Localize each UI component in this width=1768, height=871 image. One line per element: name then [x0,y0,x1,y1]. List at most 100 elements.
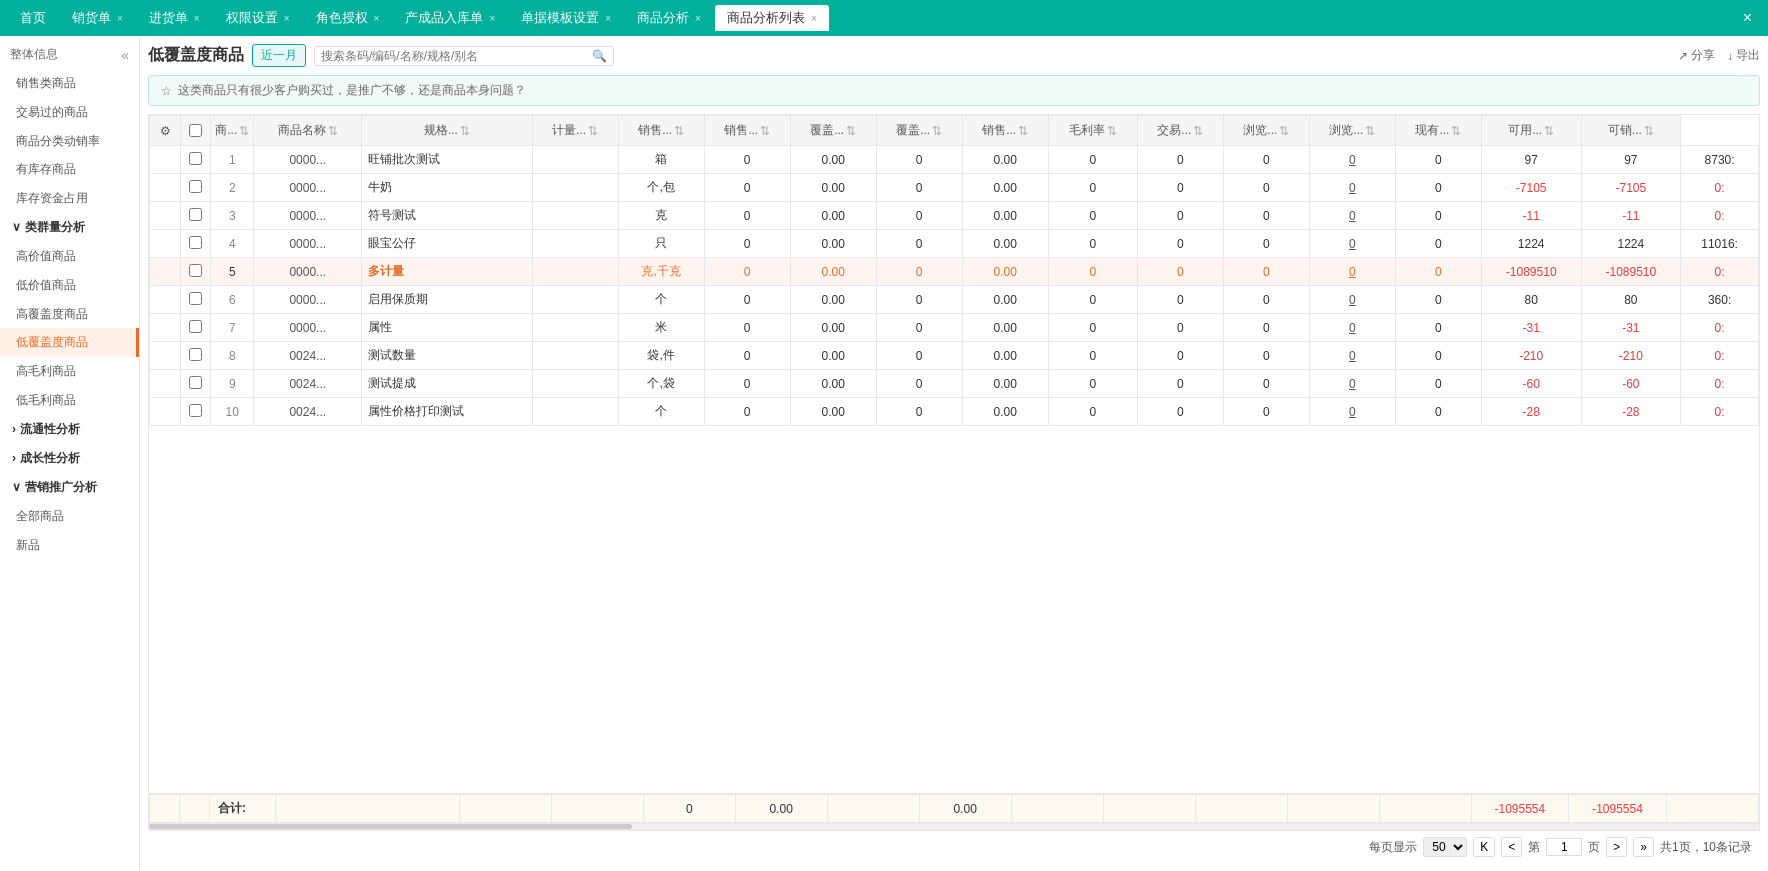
nav-templates-close[interactable]: × [605,13,611,24]
row-name[interactable]: 多计量 [362,258,532,286]
nav-purchase-close[interactable]: × [194,13,200,24]
row-name[interactable]: 旺铺批次测试 [362,146,532,174]
sidebar-collapse-btn[interactable]: « [121,47,129,63]
sidebar-item-low-coverage[interactable]: 低覆盖度商品 [0,328,139,357]
search-icon[interactable]: 🔍 [592,49,607,63]
sidebar-item-high-margin[interactable]: 高毛利商品 [0,357,139,386]
sidebar-item-sales-products[interactable]: 销售类商品 [0,69,139,98]
sidebar-group-coverage[interactable]: ∨ 类群量分析 [0,213,139,242]
nav-analysis-close[interactable]: × [695,13,701,24]
sidebar-item-high-coverage[interactable]: 高覆盖度商品 [0,300,139,329]
row-checkbox[interactable] [181,314,211,342]
nav-permissions[interactable]: 权限设置 × [214,5,302,31]
col-code[interactable]: 商...⇅ [211,116,254,146]
col-sales-qty[interactable]: 销售...⇅ [618,116,704,146]
row-browse1[interactable]: 0 [1309,314,1395,342]
nav-templates[interactable]: 单据模板设置 × [509,5,623,31]
next-page-btn[interactable]: > [1606,837,1627,857]
row-name[interactable]: 属性 [362,314,532,342]
first-page-btn[interactable]: K [1473,837,1495,857]
col-available[interactable]: 可用...⇅ [1481,116,1581,146]
col-transaction[interactable]: 交易...⇅ [1137,116,1223,146]
row-select-checkbox[interactable] [189,292,202,305]
nav-purchase[interactable]: 进货单 × [137,5,212,31]
page-input[interactable] [1546,838,1582,856]
row-checkbox[interactable] [181,202,211,230]
row-select-checkbox[interactable] [189,208,202,221]
window-close-btn[interactable]: × [1735,5,1760,31]
row-select-checkbox[interactable] [189,404,202,417]
row-browse1[interactable]: 0 [1309,174,1395,202]
row-browse1[interactable]: 0 [1309,146,1395,174]
col-settings[interactable]: ⚙ [150,116,181,146]
export-btn[interactable]: ↓ 导出 [1727,47,1760,64]
nav-analysis-list[interactable]: 商品分析列表 × [715,5,829,31]
nav-sales-close[interactable]: × [117,13,123,24]
col-unit[interactable]: 计量...⇅ [532,116,618,146]
sidebar-item-low-value[interactable]: 低价值商品 [0,271,139,300]
row-browse1[interactable]: 0 [1309,258,1395,286]
row-checkbox[interactable] [181,174,211,202]
row-name[interactable]: 测试提成 [362,370,532,398]
row-checkbox[interactable] [181,370,211,398]
prev-page-btn[interactable]: < [1501,837,1522,857]
nav-home[interactable]: 首页 [8,5,58,31]
row-checkbox[interactable] [181,146,211,174]
sidebar-item-stocked[interactable]: 有库存商品 [0,155,139,184]
row-select-checkbox[interactable] [189,180,202,193]
col-current[interactable]: 现有...⇅ [1395,116,1481,146]
sidebar-item-category-rate[interactable]: 商品分类动销率 [0,127,139,156]
sidebar-item-new-products[interactable]: 新品 [0,531,139,560]
row-select-checkbox[interactable] [189,264,202,277]
col-margin[interactable]: 毛利率⇅ [1048,116,1137,146]
sidebar-item-all-products[interactable]: 全部商品 [0,502,139,531]
table-container[interactable]: ⚙ 商...⇅ 商品名称⇅ 规格...⇅ 计量...⇅ 销售...⇅ 销售...… [148,114,1760,794]
nav-roles[interactable]: 角色授权 × [304,5,392,31]
row-checkbox[interactable] [181,258,211,286]
nav-analysis[interactable]: 商品分析 × [625,5,713,31]
row-browse1[interactable]: 0 [1309,286,1395,314]
last-page-btn[interactable]: » [1633,837,1654,857]
row-select-checkbox[interactable] [189,152,202,165]
sidebar-item-traded[interactable]: 交易过的商品 [0,98,139,127]
sidebar-group-growth[interactable]: › 成长性分析 [0,444,139,473]
sidebar-header[interactable]: 整体信息 « [0,40,139,69]
col-browse2[interactable]: 浏览...⇅ [1309,116,1395,146]
col-name[interactable]: 商品名称⇅ [254,116,362,146]
row-select-checkbox[interactable] [189,376,202,389]
row-name[interactable]: 启用保质期 [362,286,532,314]
nav-products[interactable]: 产成品入库单 × [393,5,507,31]
search-input[interactable] [321,49,592,63]
row-browse1[interactable]: 0 [1309,202,1395,230]
row-browse1[interactable]: 0 [1309,370,1395,398]
select-all-checkbox[interactable] [189,124,202,137]
row-checkbox[interactable] [181,286,211,314]
row-checkbox[interactable] [181,342,211,370]
row-select-checkbox[interactable] [189,348,202,361]
nav-products-close[interactable]: × [489,13,495,24]
row-select-checkbox[interactable] [189,320,202,333]
row-name[interactable]: 测试数量 [362,342,532,370]
col-browse1[interactable]: 浏览...⇅ [1223,116,1309,146]
col-cov2[interactable]: 覆盖...⇅ [876,116,962,146]
period-btn[interactable]: 近一月 [252,44,306,67]
sidebar-group-flow[interactable]: › 流通性分析 [0,415,139,444]
nav-permissions-close[interactable]: × [284,13,290,24]
row-name[interactable]: 眼宝公仔 [362,230,532,258]
col-checkbox[interactable] [181,116,211,146]
per-page-select[interactable]: 50 [1423,837,1467,857]
col-sales-amt[interactable]: 销售...⇅ [704,116,790,146]
row-select-checkbox[interactable] [189,236,202,249]
nav-analysis-list-close[interactable]: × [811,13,817,24]
row-browse1[interactable]: 0 [1309,398,1395,426]
share-btn[interactable]: ↗ 分享 [1678,47,1715,64]
sidebar-item-inventory-fund[interactable]: 库存资金占用 [0,184,139,213]
sidebar-item-low-margin[interactable]: 低毛利商品 [0,386,139,415]
col-sellable[interactable]: 可销...⇅ [1581,116,1681,146]
row-name[interactable]: 符号测试 [362,202,532,230]
nav-roles-close[interactable]: × [374,13,380,24]
col-cov1[interactable]: 覆盖...⇅ [790,116,876,146]
nav-sales[interactable]: 销货单 × [60,5,135,31]
col-sales3[interactable]: 销售...⇅ [962,116,1048,146]
col-spec[interactable]: 规格...⇅ [362,116,532,146]
